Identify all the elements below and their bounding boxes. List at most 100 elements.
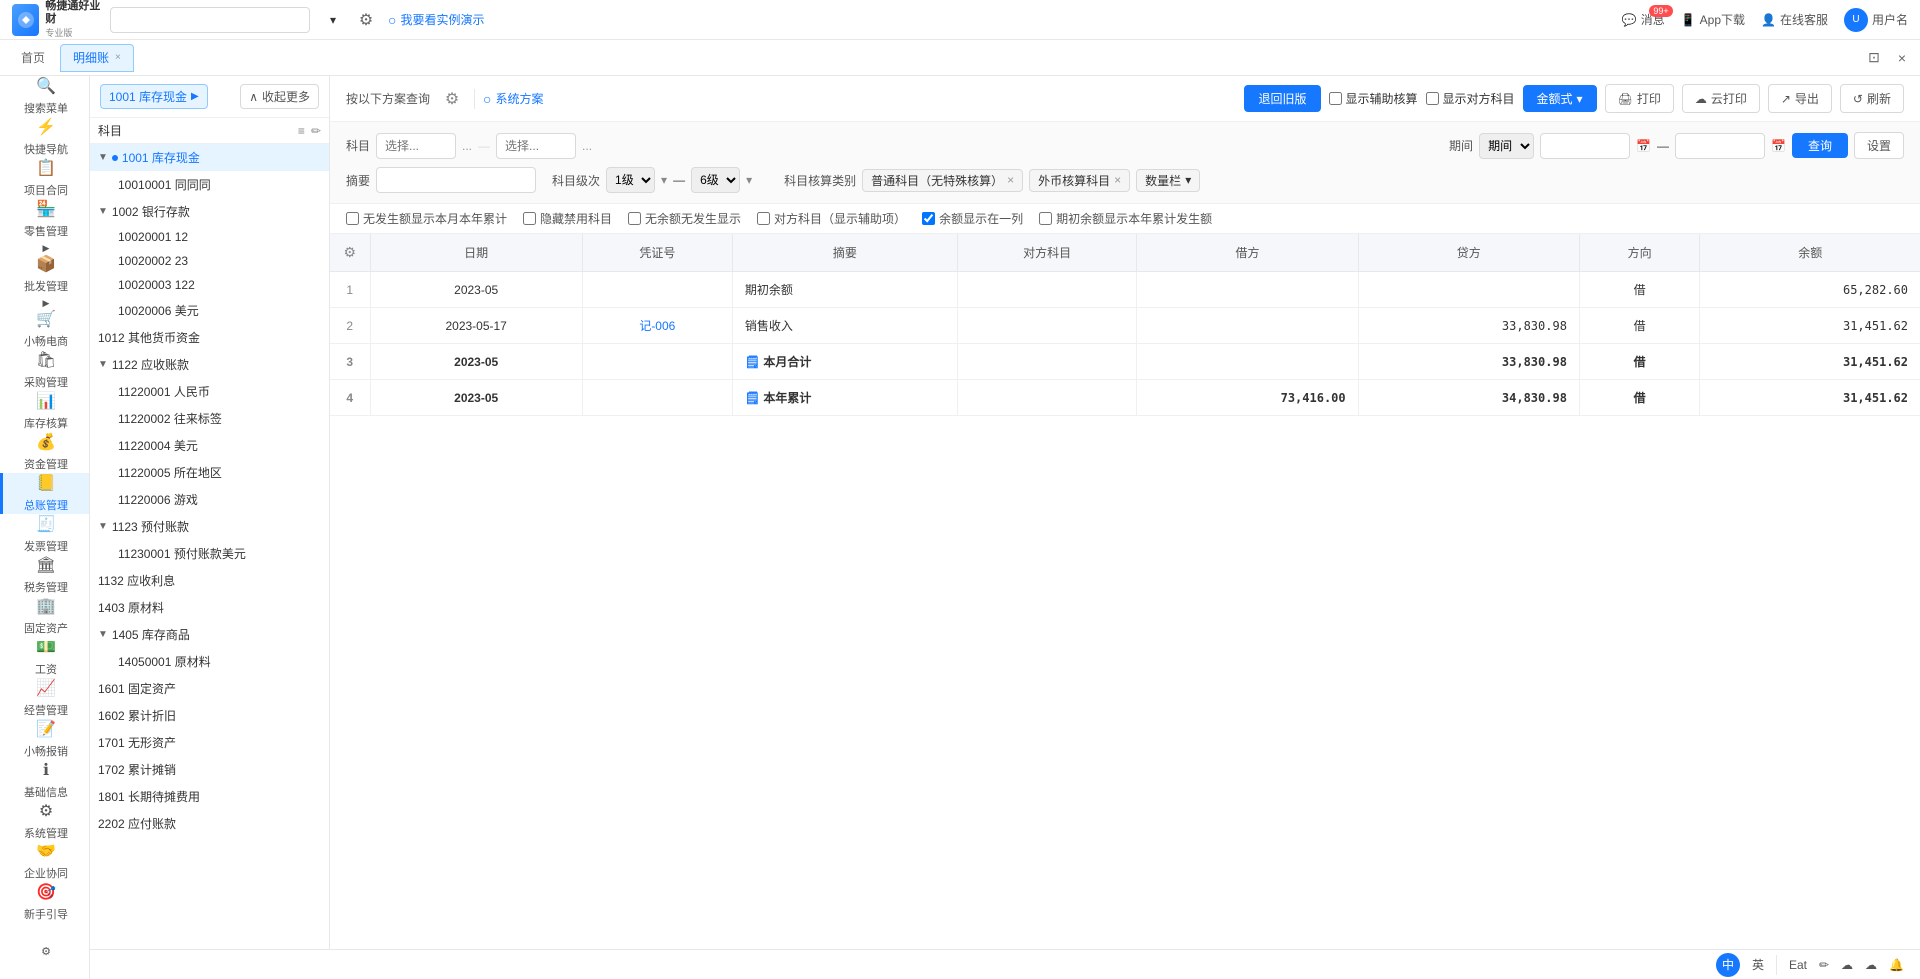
check-hide-disabled[interactable]: 隐藏禁用科目 xyxy=(523,210,612,227)
sidebar-item-tax[interactable]: 🏛 税务管理 xyxy=(0,554,89,595)
tree-scroll-area[interactable]: ▼ 1001 库存现金 10010001 同同同 ▼ 1002 银行存款 100… xyxy=(90,144,329,971)
sidebar-item-guide[interactable]: 🎯 新手引导 xyxy=(0,882,89,923)
online-service-button[interactable]: 👤 在线客服 xyxy=(1761,11,1828,28)
calc-tag-normal-close[interactable]: × xyxy=(1007,173,1014,187)
tree-node-1702[interactable]: 1702 累计摊销 xyxy=(90,756,329,783)
sidebar-item-system[interactable]: ⚙ 系统管理 xyxy=(0,800,89,841)
tree-node-1001[interactable]: ▼ 1001 库存现金 xyxy=(90,144,329,171)
tree-expand-button[interactable]: ∧ 收起更多 xyxy=(240,84,319,109)
sidebar-item-ecommerce[interactable]: 🛒 小畅电商 xyxy=(0,309,89,350)
settings-button[interactable]: ⚙ xyxy=(352,6,380,34)
scheme-tag[interactable]: ○ 系统方案 xyxy=(483,90,543,107)
tree-toggle-1405[interactable]: ▼ xyxy=(98,629,108,640)
tree-node-1122[interactable]: ▼ 1122 应收账款 xyxy=(90,351,329,378)
tree-node-10020003[interactable]: 10020003 122 xyxy=(90,273,329,297)
check-no-balance[interactable]: 无余额无发生显示 xyxy=(628,210,741,227)
cloud-print-button[interactable]: ☁ 云打印 xyxy=(1682,84,1760,113)
check-balance-one-col[interactable]: 余额显示在一列 xyxy=(922,210,1023,227)
amount-format-button[interactable]: 金额式 ▾ xyxy=(1523,85,1597,112)
tree-node-11220001[interactable]: 11220001 人民币 xyxy=(90,378,329,405)
tree-node-1123[interactable]: ▼ 1123 预付账款 xyxy=(90,513,329,540)
tree-node-10010001[interactable]: 10010001 同同同 xyxy=(90,171,329,198)
tree-selected-account[interactable]: 1001 库存现金 ▶ xyxy=(100,84,208,109)
tree-node-11220002[interactable]: 11220002 往来标签 xyxy=(90,405,329,432)
tree-node-10020001[interactable]: 10020001 12 xyxy=(90,225,329,249)
tree-node-1701[interactable]: 1701 无形资产 xyxy=(90,729,329,756)
tree-icon2[interactable]: ✏ xyxy=(311,124,321,138)
user-menu[interactable]: U 用户名 xyxy=(1844,8,1908,32)
sidebar-item-search[interactable]: 🔍 搜索菜单 xyxy=(0,76,89,117)
summary-input[interactable] xyxy=(376,167,536,193)
period-type-select[interactable]: 期间 xyxy=(1479,133,1534,159)
lang-en-button[interactable]: 英 xyxy=(1752,956,1764,973)
sidebar-item-basic-info[interactable]: ℹ 基础信息 xyxy=(0,759,89,800)
tab-home[interactable]: 首页 xyxy=(8,44,58,72)
tree-node-11220005[interactable]: 11220005 所在地区 xyxy=(90,459,329,486)
tree-node-11220006[interactable]: 11220006 游戏 xyxy=(90,486,329,513)
th-settings-icon[interactable]: ⚙ xyxy=(343,244,356,260)
tree-node-14050001[interactable]: 14050001 原材料 xyxy=(90,648,329,675)
voucher-link-2[interactable]: 记-006 xyxy=(639,319,675,333)
sidebar-item-expense[interactable]: 📝 小畅报销 xyxy=(0,718,89,759)
check-counter-subject[interactable]: 对方科目（显示辅助项） xyxy=(757,210,906,227)
tree-node-1132[interactable]: 1132 应收利息 xyxy=(90,567,329,594)
tree-toggle-1123[interactable]: ▼ xyxy=(98,521,108,532)
period-start-input[interactable]: 2023-05 xyxy=(1540,133,1630,159)
calendar-end-icon[interactable]: 📅 xyxy=(1771,139,1786,153)
tree-node-1403[interactable]: 1403 原材料 xyxy=(90,594,329,621)
filter-settings-button[interactable]: ⚙ xyxy=(438,85,466,113)
sidebar-item-operations[interactable]: 📈 经营管理 xyxy=(0,677,89,718)
sidebar-item-inventory[interactable]: 📊 库存核算 xyxy=(0,391,89,432)
tree-node-1801[interactable]: 1801 长期待摊费用 xyxy=(90,783,329,810)
sidebar-item-salary[interactable]: 💵 工资 xyxy=(0,636,89,677)
query-search-button[interactable]: 查询 xyxy=(1792,133,1848,158)
tab-close-button[interactable]: × xyxy=(1892,48,1912,68)
tree-node-1602[interactable]: 1602 累计折旧 xyxy=(90,702,329,729)
tree-node-1012[interactable]: 1012 其他货币资金 xyxy=(90,324,329,351)
tree-node-11230001[interactable]: 11230001 预付账款美元 xyxy=(90,540,329,567)
tab-maximize-button[interactable]: ⊡ xyxy=(1864,48,1884,68)
tab-close-icon[interactable]: × xyxy=(115,52,121,63)
check-no-amount[interactable]: 无发生额显示本月本年累计 xyxy=(346,210,507,227)
tree-toggle-1001[interactable]: ▼ xyxy=(98,152,108,163)
tree-node-10020006[interactable]: 10020006 美元 xyxy=(90,297,329,324)
sidebar-item-quick-nav[interactable]: ⚡ 快捷导航 xyxy=(0,117,89,158)
tree-node-2202[interactable]: 2202 应付账款 xyxy=(90,810,329,837)
sidebar-item-assets[interactable]: 🏢 固定资产 xyxy=(0,595,89,636)
period-end-input[interactable]: 2023-05 xyxy=(1675,133,1765,159)
level-start-select[interactable]: 1级 xyxy=(606,167,655,193)
top-search-input[interactable] xyxy=(110,7,310,33)
bottom-edit-button[interactable]: ✏ xyxy=(1819,958,1829,972)
sidebar-item-retail[interactable]: 🏪 零售管理 ▶ xyxy=(0,199,89,254)
tree-node-1002[interactable]: ▼ 1002 银行存款 xyxy=(90,198,329,225)
show-counter-checkbox[interactable]: 显示对方科目 xyxy=(1426,90,1515,107)
company-dropdown[interactable]: ▾ xyxy=(318,9,344,31)
calendar-start-icon[interactable]: 📅 xyxy=(1636,139,1651,153)
tree-node-10020002[interactable]: 10020002 23 xyxy=(90,249,329,273)
tree-node-1405[interactable]: ▼ 1405 库存商品 xyxy=(90,621,329,648)
tree-toggle-1002[interactable]: ▼ xyxy=(98,206,108,217)
check-opening-ytd[interactable]: 期初余额显示本年累计发生额 xyxy=(1039,210,1212,227)
sidebar-item-invoice[interactable]: 🧾 发票管理 xyxy=(0,514,89,555)
nav-bottom-settings[interactable]: ⚙ xyxy=(0,923,89,979)
print-button[interactable]: 🖨 打印 xyxy=(1605,84,1674,113)
tree-node-1601[interactable]: 1601 固定资产 xyxy=(90,675,329,702)
quantity-down-icon[interactable]: ▾ xyxy=(1185,173,1191,187)
sidebar-item-project[interactable]: 📋 项目合同 xyxy=(0,158,89,199)
tree-node-11220004[interactable]: 11220004 美元 xyxy=(90,432,329,459)
bottom-bell-button[interactable]: 🔔 xyxy=(1889,958,1904,972)
messages-button[interactable]: 💬 消息 99+ xyxy=(1622,11,1665,28)
subject-start-input[interactable] xyxy=(376,133,456,159)
bottom-cloud-button[interactable]: ☁ xyxy=(1841,958,1853,972)
lang-toggle-button[interactable]: 中 xyxy=(1716,953,1740,977)
export-button[interactable]: ↗ 导出 xyxy=(1768,84,1832,113)
tab-ledger[interactable]: 明细账 × xyxy=(60,44,134,72)
refresh-button[interactable]: ↺ 刷新 xyxy=(1840,84,1904,113)
sidebar-item-capital[interactable]: 💰 资金管理 xyxy=(0,432,89,473)
sidebar-item-collab[interactable]: 🤝 企业协同 xyxy=(0,841,89,882)
return-old-button[interactable]: 退回旧版 xyxy=(1244,85,1320,112)
query-settings-button[interactable]: 设置 xyxy=(1854,132,1904,159)
table-container[interactable]: ⚙ 日期 凭证号 摘要 对方科目 借方 贷方 方向 余额 1 xyxy=(330,234,1920,979)
subject-end-input[interactable] xyxy=(496,133,576,159)
eat-label[interactable]: Eat xyxy=(1789,958,1807,972)
